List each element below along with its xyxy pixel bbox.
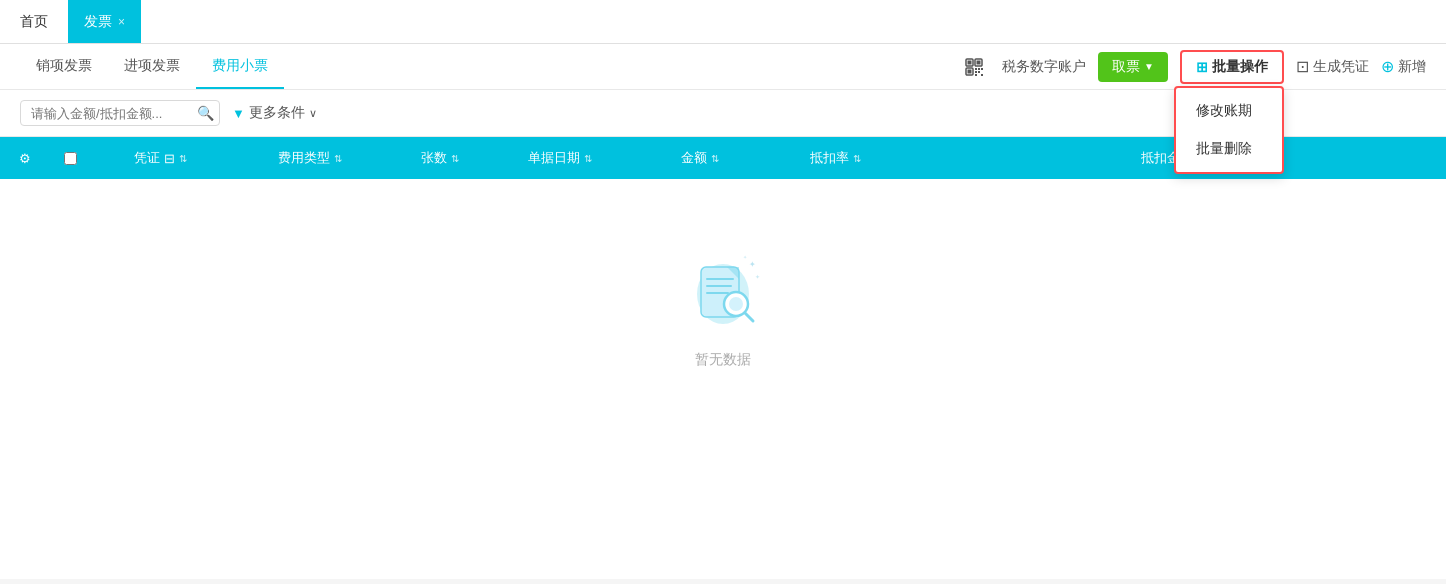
svg-text:✦: ✦ (743, 254, 747, 260)
svg-rect-9 (978, 71, 980, 73)
svg-text:✦: ✦ (755, 274, 760, 280)
svg-rect-5 (968, 69, 972, 73)
svg-rect-3 (977, 60, 981, 64)
tab-sales-invoice[interactable]: 销项发票 (20, 44, 108, 89)
svg-rect-7 (978, 68, 980, 70)
batch-delete-item[interactable]: 批量删除 (1176, 130, 1282, 168)
th-date-label: 单据日期 (528, 149, 580, 167)
th-amount-label: 金额 (681, 149, 707, 167)
add-label: 新增 (1398, 58, 1426, 76)
empty-state: ✦ ✦ ✦ 暂无数据 (0, 179, 1446, 409)
tab-label: 发票 (84, 13, 112, 31)
settings-icon: ⚙ (19, 151, 31, 166)
th-count[interactable]: 张数 ⇅ (390, 137, 490, 179)
generate-label: 生成凭证 (1313, 58, 1369, 76)
svg-rect-11 (981, 74, 983, 76)
svg-line-22 (745, 313, 753, 321)
empty-illustration: ✦ ✦ ✦ (673, 239, 773, 339)
svg-rect-1 (968, 60, 972, 64)
th-checkbox[interactable] (50, 137, 90, 179)
generate-icon: ⊡ (1296, 57, 1309, 76)
th-expense-type-label: 费用类型 (278, 149, 330, 167)
th-voucher[interactable]: 凭证 ⊟ ⇅ (90, 137, 230, 179)
th-amount[interactable]: 金额 ⇅ (630, 137, 770, 179)
svg-rect-10 (981, 68, 983, 70)
add-icon: ⊕ (1381, 57, 1394, 76)
home-nav-item[interactable]: 首页 (0, 0, 68, 43)
voucher-sort-icon[interactable]: ⇅ (179, 153, 187, 164)
top-nav: 首页 发票 × (0, 0, 1446, 44)
th-count-label: 张数 (421, 149, 447, 167)
batch-dropdown-menu: 修改账期 批量删除 (1174, 86, 1284, 174)
th-deduct-rate-label: 抵扣率 (810, 149, 849, 167)
th-expense-type[interactable]: 费用类型 ⇅ (230, 137, 390, 179)
more-conditions-button[interactable]: ▼ 更多条件 ∨ (232, 104, 317, 122)
main-content: ✦ ✦ ✦ 暂无数据 (0, 179, 1446, 579)
count-sort-icon[interactable]: ⇅ (451, 153, 459, 164)
get-invoice-arrow: ▼ (1144, 61, 1154, 72)
batch-operation-button[interactable]: ⊞ 批量操作 (1180, 50, 1284, 84)
qr-code-button[interactable] (958, 51, 990, 83)
svg-point-21 (729, 297, 743, 311)
svg-rect-12 (975, 74, 977, 76)
qr-icon (964, 57, 984, 77)
voucher-filter-icon: ⊟ (164, 151, 175, 166)
batch-operation-container: ⊞ 批量操作 修改账期 批量删除 (1180, 50, 1284, 84)
add-button[interactable]: ⊕ 新增 (1381, 57, 1426, 76)
get-invoice-label: 取票 (1112, 58, 1140, 76)
th-deduct-rate[interactable]: 抵扣率 ⇅ (770, 137, 900, 179)
tax-digital-account-button[interactable]: 税务数字账户 (1002, 58, 1086, 76)
select-all-checkbox[interactable] (64, 152, 77, 165)
th-date[interactable]: 单据日期 ⇅ (490, 137, 630, 179)
search-icon[interactable]: 🔍 (197, 105, 214, 121)
empty-text: 暂无数据 (695, 351, 751, 369)
sub-nav: 销项发票 进项发票 费用小票 税务数字账户 取票 (0, 44, 1446, 90)
search-wrap: 🔍 (20, 100, 220, 126)
invoice-tab[interactable]: 发票 × (68, 0, 141, 43)
th-voucher-label: 凭证 (134, 149, 160, 167)
tab-input-invoice[interactable]: 进项发票 (108, 44, 196, 89)
svg-rect-8 (975, 71, 977, 73)
amount-sort-icon[interactable]: ⇅ (711, 153, 719, 164)
filter-label: 更多条件 (249, 104, 305, 122)
expense-type-sort-icon[interactable]: ⇅ (334, 153, 342, 164)
get-invoice-button[interactable]: 取票 ▼ (1098, 52, 1168, 82)
batch-label: 批量操作 (1212, 58, 1268, 76)
tab-close-icon[interactable]: × (118, 15, 125, 29)
modify-period-item[interactable]: 修改账期 (1176, 92, 1282, 130)
svg-rect-6 (975, 68, 977, 70)
th-deduct-amount[interactable]: 抵扣金额 ⇅ (900, 137, 1446, 179)
svg-text:✦: ✦ (749, 260, 756, 269)
filter-icon: ▼ (232, 106, 245, 121)
sub-nav-right: 税务数字账户 取票 ▼ ⊞ 批量操作 修改账期 批量删除 ⊡ 生成凭证 ⊕ 新增 (958, 50, 1426, 84)
filter-arrow-icon: ∨ (309, 107, 317, 120)
date-sort-icon[interactable]: ⇅ (584, 153, 592, 164)
search-input[interactable] (31, 106, 191, 121)
batch-icon: ⊞ (1196, 59, 1208, 75)
generate-voucher-button[interactable]: ⊡ 生成凭证 (1296, 57, 1369, 76)
th-settings[interactable]: ⚙ (0, 137, 50, 179)
sub-nav-left: 销项发票 进项发票 费用小票 (20, 44, 284, 89)
deduct-rate-sort-icon[interactable]: ⇅ (853, 153, 861, 164)
tab-expense-receipt[interactable]: 费用小票 (196, 44, 284, 89)
